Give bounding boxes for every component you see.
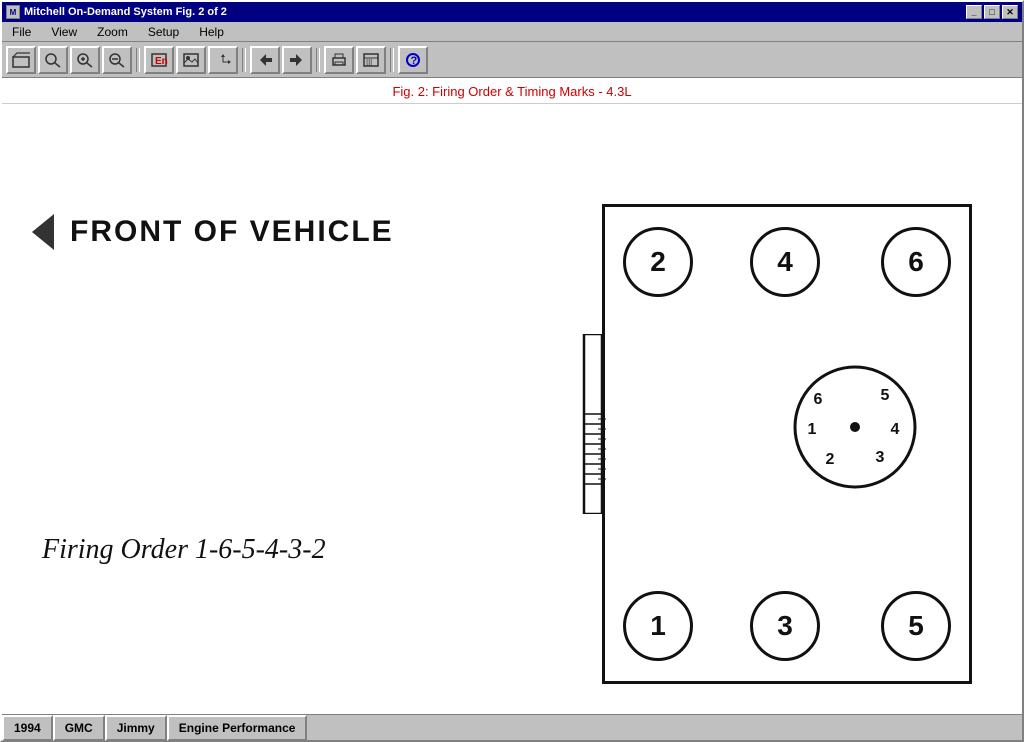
- window-title: Mitchell On-Demand System Fig. 2 of 2: [24, 6, 227, 18]
- cylinder-2: 2: [623, 227, 693, 297]
- minimize-button[interactable]: _: [966, 5, 982, 19]
- dist-num-6: 6: [814, 391, 823, 408]
- status-bar: 1994 GMC Jimmy Engine Performance: [2, 714, 1022, 740]
- dist-num-4: 4: [891, 421, 900, 438]
- cylinder-3: 3: [750, 591, 820, 661]
- firing-order-label: Firing Order 1-6-5-4-3-2: [42, 534, 326, 566]
- svg-text:Enh: Enh: [155, 56, 168, 67]
- main-window: M Mitchell On-Demand System Fig. 2 of 2 …: [0, 0, 1024, 742]
- front-label: FRONT OF VEHICLE: [70, 215, 394, 249]
- svg-text:?: ?: [411, 55, 418, 67]
- toolbar-search-btn[interactable]: [38, 46, 68, 74]
- tab-year[interactable]: 1994: [2, 715, 53, 741]
- distributor-cap-container: 6 5 4 3 2 1: [790, 362, 920, 492]
- toolbar-image-btn[interactable]: [176, 46, 206, 74]
- app-icon: M: [6, 5, 20, 19]
- menu-view[interactable]: View: [45, 23, 83, 41]
- dist-num-1: 1: [808, 421, 817, 438]
- dist-num-2: 2: [826, 451, 835, 468]
- content-area: FRONT OF VEHICLE Firing Order 1-6-5-4-3-…: [2, 104, 1022, 714]
- title-bar-left: M Mitchell On-Demand System Fig. 2 of 2: [6, 5, 227, 19]
- toolbar-sep-2: [242, 48, 246, 72]
- menu-file[interactable]: File: [6, 23, 37, 41]
- title-bar: M Mitchell On-Demand System Fig. 2 of 2 …: [2, 2, 1022, 22]
- toolbar-forward-btn[interactable]: [282, 46, 312, 74]
- front-arrow-icon: [32, 214, 54, 250]
- cylinder-6: 6: [881, 227, 951, 297]
- toolbar-pan-btn[interactable]: [208, 46, 238, 74]
- toolbar-open-btn[interactable]: [6, 46, 36, 74]
- toolbar-zoom-out-btn[interactable]: [102, 46, 132, 74]
- front-of-vehicle: FRONT OF VEHICLE: [32, 214, 394, 250]
- toolbar-back-btn[interactable]: [250, 46, 280, 74]
- tab-make[interactable]: GMC: [53, 715, 105, 741]
- menu-help[interactable]: Help: [193, 23, 230, 41]
- toolbar: Enh ||| ?: [2, 42, 1022, 78]
- toolbar-help-btn[interactable]: ?: [398, 46, 428, 74]
- toolbar-zoom-in-btn[interactable]: [70, 46, 100, 74]
- timing-connector: [562, 334, 607, 514]
- toolbar-sep-3: [316, 48, 320, 72]
- title-controls[interactable]: _ □ ✕: [966, 5, 1018, 19]
- engine-diagram: 2 4 6 1 3: [562, 184, 992, 704]
- svg-text:|||: |||: [366, 58, 372, 67]
- cylinder-1: 1: [623, 591, 693, 661]
- distributor-cap-svg: 6 5 4 3 2 1: [790, 362, 920, 492]
- close-button[interactable]: ✕: [1002, 5, 1018, 19]
- menu-bar: File View Zoom Setup Help: [2, 22, 1022, 42]
- tab-model[interactable]: Jimmy: [105, 715, 167, 741]
- toolbar-enhance-btn[interactable]: Enh: [144, 46, 174, 74]
- figure-title: Fig. 2: Firing Order & Timing Marks - 4.…: [2, 78, 1022, 104]
- dist-num-3: 3: [876, 449, 885, 466]
- timing-stem-svg: [562, 334, 607, 514]
- restore-button[interactable]: □: [984, 5, 1000, 19]
- dist-num-5: 5: [881, 387, 890, 404]
- menu-setup[interactable]: Setup: [142, 23, 185, 41]
- toolbar-print-btn[interactable]: [324, 46, 354, 74]
- toolbar-settings-btn[interactable]: |||: [356, 46, 386, 74]
- menu-zoom[interactable]: Zoom: [91, 23, 134, 41]
- cylinder-5: 5: [881, 591, 951, 661]
- engine-block: 2 4 6 1 3: [602, 204, 972, 684]
- toolbar-sep-1: [136, 48, 140, 72]
- toolbar-sep-4: [390, 48, 394, 72]
- tab-engine-performance[interactable]: Engine Performance: [167, 715, 308, 741]
- cylinder-4: 4: [750, 227, 820, 297]
